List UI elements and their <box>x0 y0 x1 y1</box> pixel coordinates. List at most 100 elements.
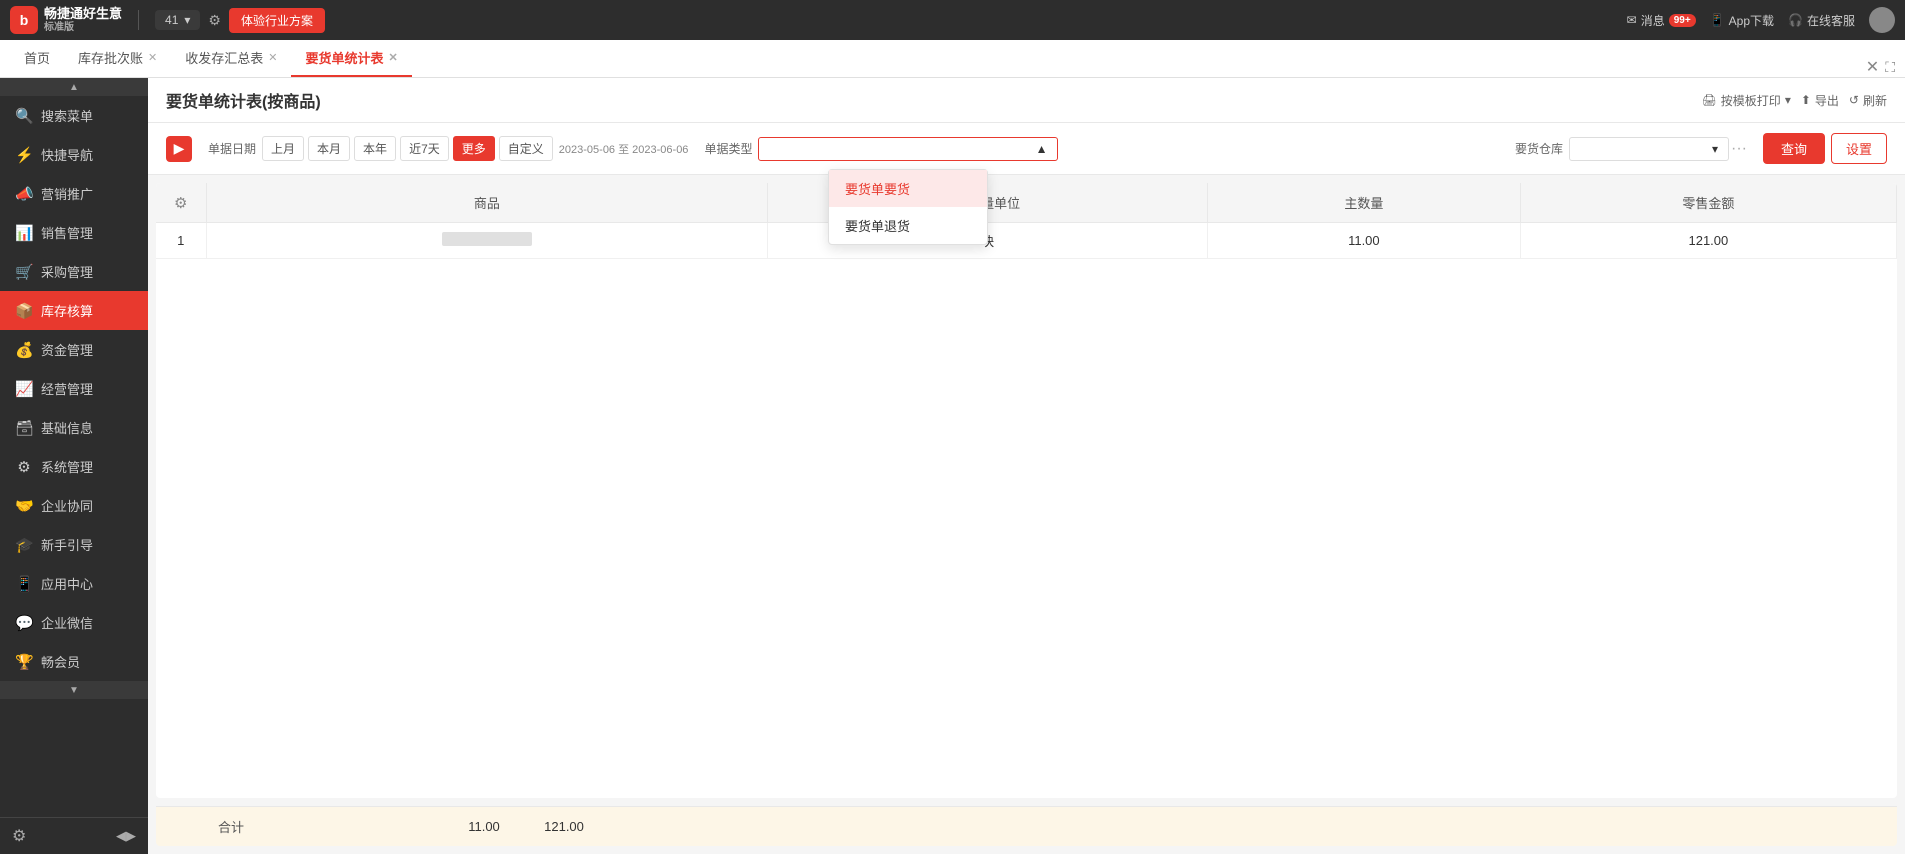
filter-warehouse-group: 要货仓库 ▾ ··· <box>1515 137 1747 161</box>
cell-seq: 1 <box>156 223 206 259</box>
app-logo: b 畅捷通好生意 标准版 <box>10 6 122 34</box>
messages-label: 消息 <box>1641 12 1665 29</box>
sidebar-item-sales[interactable]: 📊 销售管理 <box>0 213 148 252</box>
search-icon: 🔍 <box>15 107 33 125</box>
refresh-button[interactable]: ↺ 刷新 <box>1849 92 1887 109</box>
chevron-up-icon: ▲ <box>1036 142 1048 156</box>
sidebar-item-inventory[interactable]: 📦 库存核算 <box>0 291 148 330</box>
finance-icon: 💰 <box>15 341 33 359</box>
filter-expand-button[interactable]: ▶ <box>166 136 192 162</box>
top-bar-right: ✉ 消息 99+ 📱 App下载 🎧 在线客服 <box>1627 7 1895 33</box>
footer-total-label: 合计 <box>218 817 444 836</box>
sidebar-item-purchase[interactable]: 🛒 采购管理 <box>0 252 148 291</box>
sidebar-item-wechat-label: 企业微信 <box>41 613 93 632</box>
filter-settings-button[interactable]: 设置 <box>1831 133 1887 164</box>
query-button[interactable]: 查询 <box>1763 133 1825 164</box>
sidebar-item-guide[interactable]: 🎓 新手引导 <box>0 525 148 564</box>
system-icon: ⚙ <box>15 458 33 476</box>
app-download-item[interactable]: 📱 App下载 <box>1710 12 1774 29</box>
table-area: ⚙ 商品 主计量单位 主数量 零售金额 1 块 <box>156 183 1897 798</box>
messages-item[interactable]: ✉ 消息 99+ <box>1627 12 1696 29</box>
sidebar-scroll-down[interactable]: ▼ <box>0 681 148 699</box>
tab-bar-expand-button[interactable]: ⛶ <box>1885 59 1895 76</box>
sidebar-item-basic[interactable]: 🗃 基础信息 <box>0 408 148 447</box>
tab-count-area[interactable]: 41 ▾ <box>155 10 200 30</box>
sidebar-item-operations[interactable]: 📈 经营管理 <box>0 369 148 408</box>
col-product: 商品 <box>206 183 768 223</box>
export-button[interactable]: ⬆ 导出 <box>1801 92 1839 109</box>
tab-batch-account-close[interactable]: ✕ <box>148 51 157 64</box>
wechat-icon: 💬 <box>15 614 33 632</box>
tab-order-stats[interactable]: 要货单统计表 ✕ <box>291 40 411 77</box>
table-footer: 合计 11.00 121.00 <box>156 806 1897 846</box>
tab-bar-close-button[interactable]: ✕ <box>1866 57 1879 77</box>
gear-icon[interactable]: ⚙ <box>208 12 221 29</box>
sidebar-item-sales-label: 销售管理 <box>41 223 93 242</box>
app-download-label: App下载 <box>1729 12 1774 29</box>
print-button[interactable]: 🖨 按模板打印 ▾ <box>1702 92 1791 109</box>
sidebar-item-shortcut[interactable]: ⚡ 快捷导航 <box>0 135 148 174</box>
dropdown-item-order-return[interactable]: 要货单退货 <box>829 207 987 244</box>
top-bar-divider <box>138 10 139 30</box>
sidebar-item-search[interactable]: 🔍 搜索菜单 <box>0 96 148 135</box>
online-service-item[interactable]: 🎧 在线客服 <box>1788 12 1855 29</box>
type-filter-label: 单据类型 <box>704 140 752 157</box>
tab-receipt-summary-close[interactable]: ✕ <box>268 51 277 64</box>
export-label: 导出 <box>1815 92 1839 109</box>
sidebar-item-marketing[interactable]: 📣 营销推广 <box>0 174 148 213</box>
type-select[interactable]: ▲ <box>758 137 1058 161</box>
date-btn-custom[interactable]: 自定义 <box>499 136 553 161</box>
sidebar-item-finance[interactable]: 💰 资金管理 <box>0 330 148 369</box>
tab-home-label: 首页 <box>24 48 50 67</box>
footer-total-qty: 11.00 <box>444 819 524 834</box>
tab-batch-account[interactable]: 库存批次账 ✕ <box>64 40 171 77</box>
date-btn-last-7-days[interactable]: 近7天 <box>400 136 449 161</box>
col-settings[interactable]: ⚙ <box>156 183 206 223</box>
sidebar-item-basic-label: 基础信息 <box>41 418 93 437</box>
tab-receipt-summary-label: 收发存汇总表 <box>185 48 263 67</box>
top-bar-left: b 畅捷通好生意 标准版 41 ▾ ⚙ 体验行业方案 <box>10 6 1627 34</box>
tab-order-stats-close[interactable]: ✕ <box>389 51 398 64</box>
tab-home[interactable]: 首页 <box>10 40 64 77</box>
app-version: 标准版 <box>44 22 122 34</box>
sidebar-item-operations-label: 经营管理 <box>41 379 93 398</box>
sidebar-item-app-center[interactable]: 📱 应用中心 <box>0 564 148 603</box>
refresh-label: 刷新 <box>1863 92 1887 109</box>
shortcut-icon: ⚡ <box>15 146 33 164</box>
company-name: 畅捷通好生意 <box>44 6 122 22</box>
sidebar-scroll-up[interactable]: ▲ <box>0 78 148 96</box>
tab-order-stats-label: 要货单统计表 <box>305 48 383 67</box>
table-body: 1 块 11.00 121.00 <box>156 223 1897 259</box>
sidebar-item-wechat[interactable]: 💬 企业微信 <box>0 603 148 642</box>
date-shortcuts: 上月 本月 本年 近7天 更多 自定义 <box>262 136 553 161</box>
warehouse-select[interactable]: ▾ <box>1569 137 1729 161</box>
tab-receipt-summary[interactable]: 收发存汇总表 ✕ <box>171 40 291 77</box>
trial-button[interactable]: 体验行业方案 <box>229 8 325 33</box>
sidebar-settings-icon[interactable]: ⚙ <box>12 826 26 846</box>
footer-total-amount: 121.00 <box>524 819 604 834</box>
sales-icon: 📊 <box>15 224 33 242</box>
table-settings-icon[interactable]: ⚙ <box>174 195 187 212</box>
more-filters-button[interactable]: ··· <box>1731 140 1747 158</box>
sidebar-item-system[interactable]: ⚙ 系统管理 <box>0 447 148 486</box>
date-btn-this-month[interactable]: 本月 <box>308 136 350 161</box>
print-chevron-icon: ▾ <box>1785 93 1791 107</box>
tab-count: 41 <box>165 13 178 27</box>
sidebar-item-purchase-label: 采购管理 <box>41 262 93 281</box>
date-btn-last-month[interactable]: 上月 <box>262 136 304 161</box>
date-btn-more[interactable]: 更多 <box>453 136 495 161</box>
col-amount: 零售金额 <box>1520 183 1896 223</box>
sidebar-item-enterprise[interactable]: 🤝 企业协同 <box>0 486 148 525</box>
date-btn-this-year[interactable]: 本年 <box>354 136 396 161</box>
sidebar-item-member[interactable]: 🏆 畅会员 <box>0 642 148 681</box>
avatar[interactable] <box>1869 7 1895 33</box>
sidebar-item-system-label: 系统管理 <box>41 457 93 476</box>
online-service-label: 在线客服 <box>1807 12 1855 29</box>
tab-bar: 首页 库存批次账 ✕ 收发存汇总表 ✕ 要货单统计表 ✕ ✕ ⛶ <box>0 40 1905 78</box>
warehouse-chevron-icon: ▾ <box>1712 142 1718 156</box>
basic-icon: 🗃 <box>15 419 33 437</box>
sidebar-collapse-icon[interactable]: ◀▶ <box>116 828 136 844</box>
guide-icon: 🎓 <box>15 536 33 554</box>
dropdown-item-order-goods[interactable]: 要货单要货 <box>829 170 987 207</box>
sidebar-item-inventory-label: 库存核算 <box>41 301 93 320</box>
